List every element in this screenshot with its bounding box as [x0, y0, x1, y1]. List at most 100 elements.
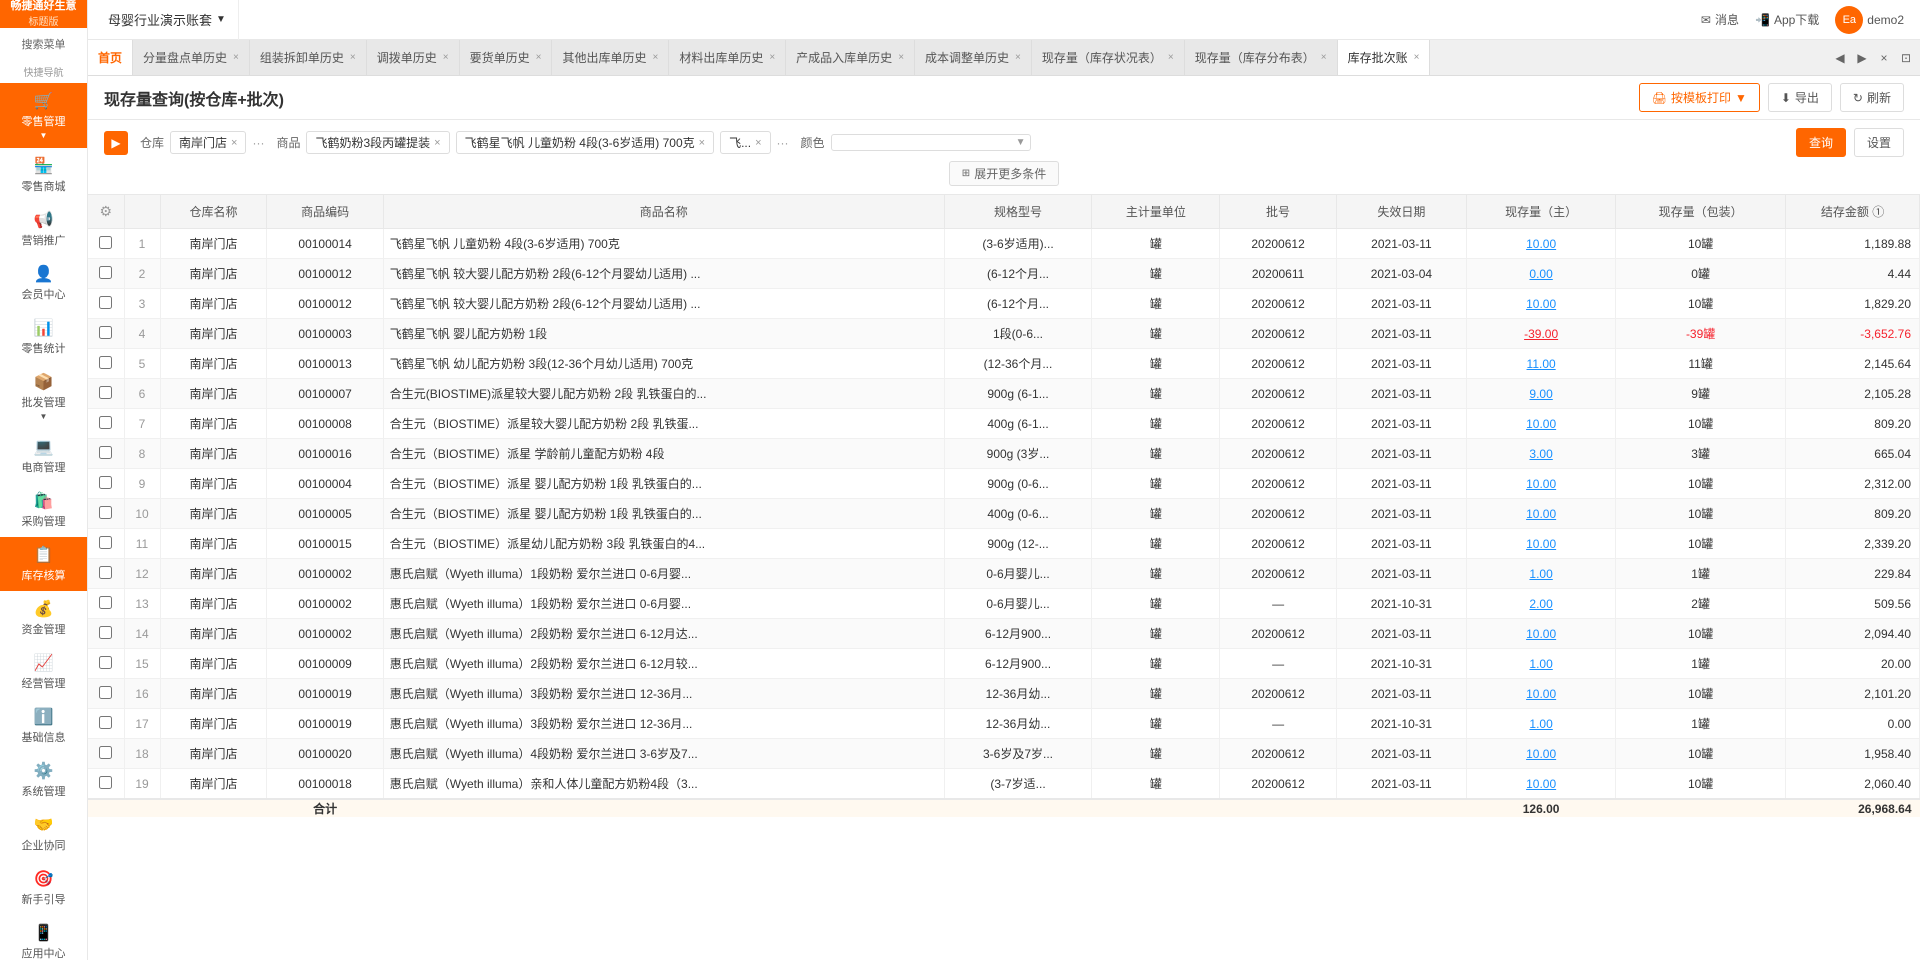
row-qty-main[interactable]: 11.00	[1467, 349, 1616, 379]
tab-disassemble[interactable]: 组装拆卸单历史 ×	[250, 40, 367, 76]
row-qty-main[interactable]: -39.00	[1467, 319, 1616, 349]
product-tag-1[interactable]: 飞鹤奶粉3段丙罐提装 ×	[306, 131, 449, 154]
row-checkbox[interactable]	[88, 439, 124, 469]
row-qty-main[interactable]: 2.00	[1467, 589, 1616, 619]
remove-product-tag-2[interactable]: ×	[699, 137, 705, 149]
row-checkbox[interactable]	[88, 739, 124, 769]
row-checkbox[interactable]	[88, 259, 124, 289]
row-qty-main[interactable]: 10.00	[1467, 619, 1616, 649]
checkbox-input[interactable]	[99, 506, 112, 519]
checkbox-input[interactable]	[99, 686, 112, 699]
close-tab-current-dist[interactable]: ×	[1321, 52, 1327, 63]
sidebar-item-wholesale[interactable]: 📦 批发管理 ▼	[0, 364, 88, 429]
close-tab-disassemble[interactable]: ×	[350, 52, 356, 63]
user-profile[interactable]: Ea demo2	[1835, 6, 1904, 34]
row-checkbox[interactable]	[88, 529, 124, 559]
checkbox-input[interactable]	[99, 296, 112, 309]
tab-other-out[interactable]: 其他出库单历史 ×	[552, 40, 669, 76]
row-qty-main[interactable]: 10.00	[1467, 289, 1616, 319]
row-checkbox[interactable]	[88, 409, 124, 439]
close-tab-pick[interactable]: ×	[443, 52, 449, 63]
checkbox-input[interactable]	[99, 746, 112, 759]
sidebar-item-member-center[interactable]: 👤 会员中心	[0, 256, 88, 310]
checkbox-input[interactable]	[99, 566, 112, 579]
checkbox-input[interactable]	[99, 266, 112, 279]
row-checkbox[interactable]	[88, 319, 124, 349]
sidebar-item-retail-stats[interactable]: 📊 零售统计	[0, 310, 88, 364]
tab-close-all-button[interactable]: ×	[1874, 48, 1894, 68]
close-tab-product-in[interactable]: ×	[898, 52, 904, 63]
checkbox-input[interactable]	[99, 356, 112, 369]
tab-material-out[interactable]: 材料出库单历史 ×	[669, 40, 786, 76]
app-download-button[interactable]: 📲 App下载	[1755, 11, 1819, 28]
row-checkbox[interactable]	[88, 649, 124, 679]
filter-expand-button[interactable]: ▶	[104, 131, 128, 155]
sidebar-item-finance[interactable]: 💰 资金管理	[0, 591, 88, 645]
sidebar-item-basic[interactable]: ℹ️ 基础信息	[0, 699, 88, 753]
tab-home[interactable]: 首页	[88, 40, 133, 76]
tab-next-button[interactable]: ▶	[1852, 48, 1872, 68]
remove-warehouse-tag[interactable]: ×	[231, 137, 237, 149]
row-checkbox[interactable]	[88, 709, 124, 739]
warehouse-more-icon[interactable]: ···	[252, 136, 264, 150]
row-qty-main[interactable]: 10.00	[1467, 739, 1616, 769]
close-tab-cost-adjust[interactable]: ×	[1015, 52, 1021, 63]
product-tag-2[interactable]: 飞鹤星飞帆 儿童奶粉 4段(3-6岁适用) 700克 ×	[456, 131, 714, 154]
row-checkbox[interactable]	[88, 559, 124, 589]
row-checkbox[interactable]	[88, 619, 124, 649]
tab-pick[interactable]: 调拨单历史 ×	[367, 40, 460, 76]
close-tab-material-out[interactable]: ×	[769, 52, 775, 63]
row-checkbox[interactable]	[88, 349, 124, 379]
checkbox-input[interactable]	[99, 776, 112, 789]
sidebar-item-retail-mgmt[interactable]: 🛒 零售管理 ▼	[0, 83, 88, 148]
row-checkbox[interactable]	[88, 589, 124, 619]
checkbox-input[interactable]	[99, 236, 112, 249]
product-more-icon[interactable]: ···	[777, 136, 789, 150]
checkbox-input[interactable]	[99, 386, 112, 399]
sidebar-item-app-center[interactable]: 📱 应用中心	[0, 915, 88, 960]
row-qty-main[interactable]: 1.00	[1467, 649, 1616, 679]
color-input[interactable]: ▼	[831, 134, 1031, 151]
tab-cost-adjust[interactable]: 成本调整单历史 ×	[915, 40, 1032, 76]
close-tab-current-status[interactable]: ×	[1168, 52, 1174, 63]
account-dropdown[interactable]: 母婴行业演示账套 ▼	[96, 0, 239, 40]
refresh-button[interactable]: ↻ 刷新	[1840, 83, 1904, 112]
row-checkbox[interactable]	[88, 499, 124, 529]
row-checkbox[interactable]	[88, 379, 124, 409]
query-button[interactable]: 查询	[1796, 128, 1846, 157]
row-qty-main[interactable]: 0.00	[1467, 259, 1616, 289]
row-qty-main[interactable]: 10.00	[1467, 769, 1616, 800]
row-qty-main[interactable]: 10.00	[1467, 529, 1616, 559]
checkbox-input[interactable]	[99, 416, 112, 429]
remove-product-tag-1[interactable]: ×	[434, 137, 440, 149]
sidebar-item-inventory[interactable]: 📋 库存核算	[0, 537, 88, 591]
tab-split-inventory[interactable]: 分量盘点单历史 ×	[133, 40, 250, 76]
remove-product-more[interactable]: ×	[755, 137, 761, 149]
checkbox-input[interactable]	[99, 656, 112, 669]
message-button[interactable]: ✉ 消息	[1701, 11, 1739, 28]
checkbox-input[interactable]	[99, 476, 112, 489]
row-qty-main[interactable]: 9.00	[1467, 379, 1616, 409]
tab-batch-voucher[interactable]: 库存批次账 ×	[1338, 40, 1431, 76]
row-checkbox[interactable]	[88, 289, 124, 319]
row-checkbox[interactable]	[88, 679, 124, 709]
product-tag-more[interactable]: 飞... ×	[720, 131, 770, 154]
row-qty-main[interactable]: 10.00	[1467, 409, 1616, 439]
tab-require[interactable]: 要货单历史 ×	[460, 40, 553, 76]
checkbox-input[interactable]	[99, 326, 112, 339]
search-menu-button[interactable]: 搜索菜单	[0, 28, 87, 60]
settings-button[interactable]: 设置	[1854, 128, 1904, 157]
checkbox-input[interactable]	[99, 596, 112, 609]
row-qty-main[interactable]: 3.00	[1467, 439, 1616, 469]
close-tab-other-out[interactable]: ×	[652, 52, 658, 63]
settings-icon[interactable]: ⚙	[99, 203, 112, 219]
tab-product-in[interactable]: 产成品入库单历史 ×	[786, 40, 915, 76]
tab-prev-button[interactable]: ◀	[1830, 48, 1850, 68]
tab-current-dist[interactable]: 现存量（库存分布表） ×	[1185, 40, 1338, 76]
close-tab-split-inventory[interactable]: ×	[233, 52, 239, 63]
sidebar-item-system[interactable]: ⚙️ 系统管理	[0, 753, 88, 807]
row-qty-main[interactable]: 10.00	[1467, 499, 1616, 529]
row-checkbox[interactable]	[88, 229, 124, 259]
sidebar-item-ecommerce[interactable]: 💻 电商管理	[0, 429, 88, 483]
export-button[interactable]: ⬇ 导出	[1768, 83, 1832, 112]
